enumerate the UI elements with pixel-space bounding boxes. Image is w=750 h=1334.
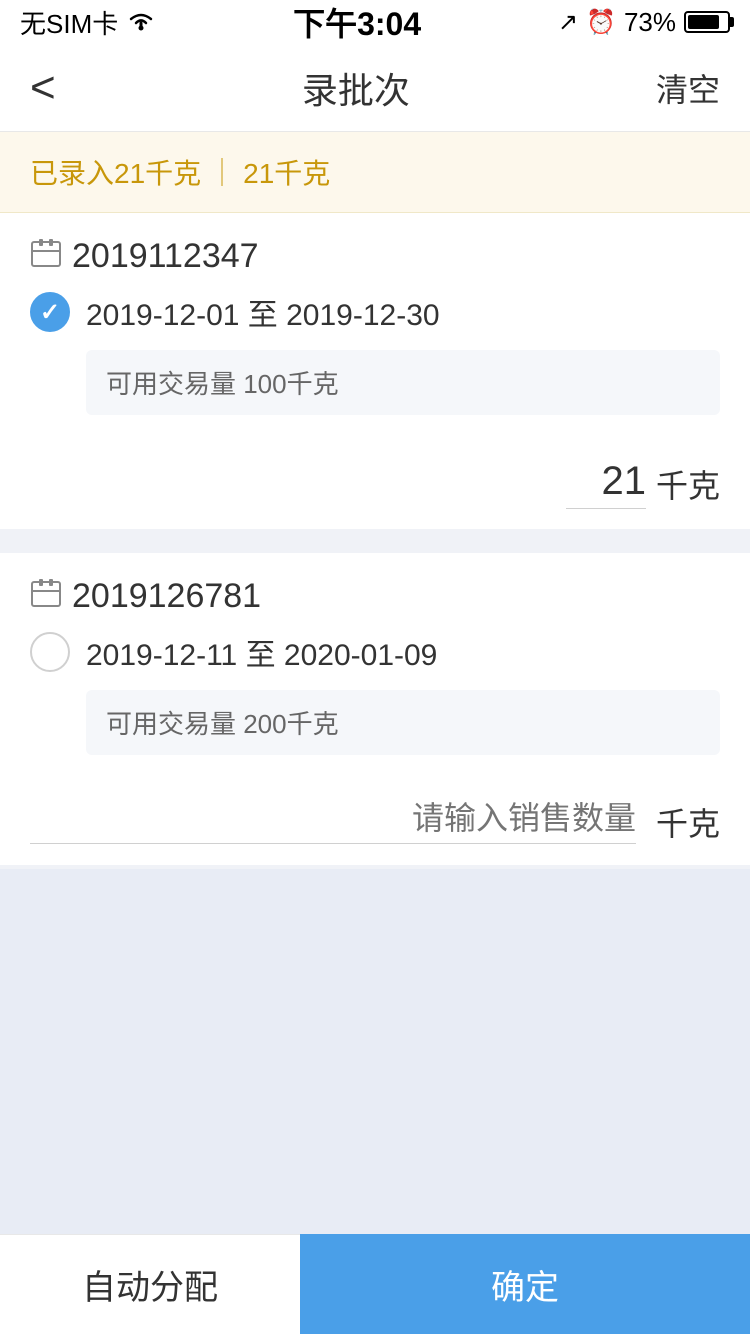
status-left: 无SIM卡 bbox=[20, 4, 156, 41]
alarm-icon: ⏰ bbox=[586, 8, 616, 37]
info-divider bbox=[221, 158, 223, 186]
batch1-date: 2019-12-01 至 2019-12-30 bbox=[86, 290, 440, 334]
info-banner: 已录入21千克 21千克 bbox=[0, 132, 750, 213]
battery-percent: 73% bbox=[624, 7, 676, 38]
info-label-right: 21千克 bbox=[243, 152, 330, 192]
status-bar: 无SIM卡 下午3:04 ↗ ⏰ 73% bbox=[0, 0, 750, 44]
batch1-id: 2019112347 bbox=[72, 237, 259, 276]
status-time: 下午3:04 bbox=[293, 0, 421, 45]
sim-text: 无SIM卡 bbox=[20, 4, 118, 41]
page-title: 录批次 bbox=[302, 62, 410, 114]
wifi-icon bbox=[126, 7, 156, 38]
batch2-radio[interactable] bbox=[30, 632, 70, 672]
batch2-available: 可用交易量 200千克 bbox=[86, 690, 720, 755]
batch2-id: 2019126781 bbox=[72, 577, 261, 616]
confirm-button[interactable]: 确定 bbox=[300, 1234, 750, 1334]
batch1-item: 2019112347 2019-12-01 至 2019-12-30 可用交易量… bbox=[0, 213, 750, 439]
batch1-amount-input[interactable] bbox=[566, 459, 646, 504]
batch2-date-row[interactable]: 2019-12-11 至 2020-01-09 bbox=[30, 630, 720, 674]
location-icon: ↗ bbox=[558, 8, 578, 37]
auto-distribute-button[interactable]: 自动分配 bbox=[0, 1234, 300, 1334]
section-divider-1 bbox=[0, 533, 750, 553]
batch1-card: 2019112347 2019-12-01 至 2019-12-30 可用交易量… bbox=[0, 213, 750, 529]
batch2-sales-input[interactable] bbox=[30, 800, 636, 837]
batch2-icon bbox=[30, 578, 62, 616]
batch1-date-row[interactable]: 2019-12-01 至 2019-12-30 bbox=[30, 290, 720, 334]
batch1-header: 2019112347 bbox=[30, 237, 720, 276]
batch2-date: 2019-12-11 至 2020-01-09 bbox=[86, 630, 437, 674]
batch1-amount-row: 千克 bbox=[0, 439, 750, 529]
batch2-header: 2019126781 bbox=[30, 577, 720, 616]
battery-icon bbox=[684, 11, 730, 33]
batch2-unit: 千克 bbox=[656, 799, 720, 845]
nav-bar: < 录批次 清空 bbox=[0, 44, 750, 132]
batch2-card: 2019126781 2019-12-11 至 2020-01-09 可用交易量… bbox=[0, 553, 750, 865]
batch1-available: 可用交易量 100千克 bbox=[86, 350, 720, 415]
empty-area bbox=[0, 869, 750, 1289]
back-button[interactable]: < bbox=[30, 63, 56, 113]
batch1-radio[interactable] bbox=[30, 292, 70, 332]
batch2-input-underline bbox=[30, 800, 636, 844]
batch1-amount-underline bbox=[566, 459, 646, 509]
batch2-input-row: 千克 bbox=[0, 779, 750, 865]
status-right: ↗ ⏰ 73% bbox=[558, 7, 730, 38]
bottom-buttons: 自动分配 确定 bbox=[0, 1234, 750, 1334]
batch1-unit: 千克 bbox=[656, 461, 720, 507]
info-label-left: 已录入21千克 bbox=[30, 152, 201, 192]
clear-button[interactable]: 清空 bbox=[656, 65, 720, 111]
batch2-item: 2019126781 2019-12-11 至 2020-01-09 可用交易量… bbox=[0, 553, 750, 779]
batch1-icon bbox=[30, 238, 62, 276]
